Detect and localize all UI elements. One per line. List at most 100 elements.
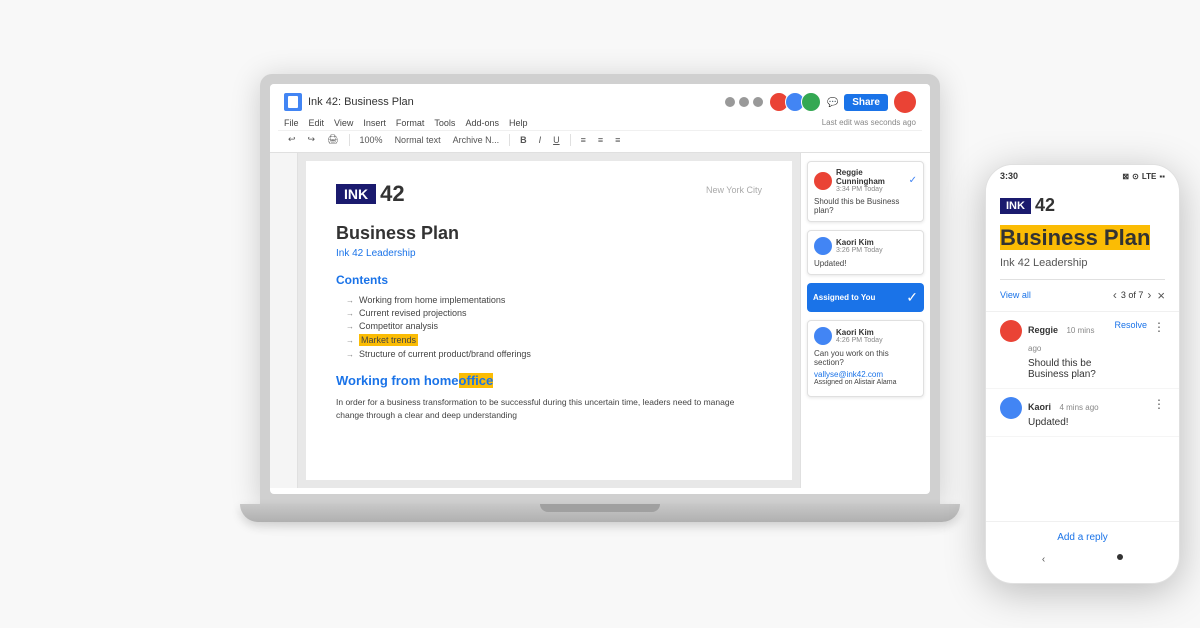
assigned-text: Can you work on this section? bbox=[814, 349, 917, 367]
phone-back-button[interactable]: ‹ bbox=[1042, 554, 1045, 565]
phone-comment-row-1: Reggie 10 mins ago Should this be Busine… bbox=[1000, 320, 1165, 380]
comment-name-1: Reggie Cunningham bbox=[836, 168, 905, 186]
docs-format-bar: ↩ ↪ 🖨 100% Normal text Archive N... B I … bbox=[278, 130, 922, 148]
add-reply-button[interactable]: Add a reply bbox=[1000, 532, 1165, 543]
phone: 3:30 ⊠ ⊙ LTE ▪▪ INK 42 Business Plan Ink… bbox=[985, 164, 1180, 584]
doc-sidebar-margin bbox=[270, 153, 298, 488]
zoom-select[interactable]: 100% bbox=[356, 134, 387, 146]
style-select[interactable]: Normal text bbox=[391, 134, 445, 146]
underline-button[interactable]: U bbox=[549, 134, 564, 146]
doc-header: INK 42 New York City bbox=[336, 181, 762, 207]
phone-doc-header: INK 42 Business Plan Ink 42 Leadership bbox=[986, 185, 1179, 279]
docs-title-text: Ink 42: Business Plan bbox=[308, 96, 719, 108]
comment-card-2: Kaori Kim 3:26 PM Today Updated! bbox=[807, 230, 924, 275]
assigned-label: Assigned to You bbox=[813, 293, 875, 302]
contents-list: Working from home implementations Curren… bbox=[336, 295, 762, 359]
more-options-button-1[interactable]: ⋮ bbox=[1153, 320, 1165, 334]
phone-comment-time-2: 4 mins ago bbox=[1059, 403, 1098, 412]
menu-view[interactable]: View bbox=[334, 118, 353, 128]
menu-help[interactable]: Help bbox=[509, 118, 528, 128]
close-comments-button[interactable]: × bbox=[1157, 288, 1165, 303]
battery-icon: ▪▪ bbox=[1159, 172, 1165, 181]
resolve-button[interactable]: Resolve bbox=[1114, 320, 1147, 330]
phone-comment-row-2: Kaori 4 mins ago Updated! ⋮ bbox=[1000, 397, 1165, 428]
comment-header-2: Kaori Kim 3:26 PM Today bbox=[814, 237, 917, 255]
docs-icon bbox=[284, 93, 302, 111]
docs-title-icons bbox=[725, 97, 763, 107]
list-item-4: Market trends bbox=[346, 334, 762, 346]
comment-avatar-kaori bbox=[814, 237, 832, 255]
laptop-screen: Ink 42: Business Plan bbox=[260, 74, 940, 504]
phone-home-indicator bbox=[1117, 554, 1123, 560]
comment-check-icon: ✓ bbox=[909, 175, 917, 186]
comments-panel: Reggie Cunningham 3:34 PM Today ✓ Should… bbox=[800, 153, 930, 488]
phone-avatar-kaori bbox=[1000, 397, 1022, 419]
comment-card-1: Reggie Cunningham 3:34 PM Today ✓ Should… bbox=[807, 161, 924, 222]
phone-status-icons: ⊠ ⊙ LTE ▪▪ bbox=[1122, 172, 1165, 181]
more-options-button-2[interactable]: ⋮ bbox=[1153, 397, 1165, 411]
comment-avatar-kaori2 bbox=[814, 327, 832, 345]
comment-text-2: Updated! bbox=[814, 259, 917, 268]
phone-comment-header: View all ‹ 3 of 7 › × bbox=[986, 280, 1179, 312]
redo-button[interactable]: ↪ bbox=[304, 133, 320, 146]
phone-doc-subtitle: Ink 42 Leadership bbox=[1000, 257, 1165, 269]
comment-count: 3 of 7 bbox=[1121, 290, 1144, 300]
phone-status-bar: 3:30 ⊠ ⊙ LTE ▪▪ bbox=[986, 165, 1179, 185]
wifi-icon: ⊠ bbox=[1122, 172, 1129, 181]
print-button[interactable]: 🖨 bbox=[323, 133, 342, 146]
menu-file[interactable]: File bbox=[284, 118, 299, 128]
signal-icon: ⊙ bbox=[1132, 172, 1139, 181]
doc-content: INK 42 New York City Business Plan Ink 4… bbox=[270, 153, 930, 488]
menu-addons[interactable]: Add-ons bbox=[465, 118, 499, 128]
menu-format[interactable]: Format bbox=[396, 118, 425, 128]
list-item-3: Competitor analysis bbox=[346, 321, 762, 331]
user-avatar bbox=[894, 91, 916, 113]
assigned-author: Kaori Kim bbox=[836, 328, 883, 337]
docs-menu-bar: File Edit View Insert Format Tools Add-o… bbox=[278, 116, 922, 130]
bold-button[interactable]: B bbox=[516, 134, 531, 146]
docs-title-bar: Ink 42: Business Plan bbox=[278, 88, 922, 116]
align-right-button[interactable]: ≡ bbox=[611, 134, 624, 146]
assign-info: Assigned on Alistair Alama bbox=[814, 379, 917, 386]
undo-button[interactable]: ↩ bbox=[284, 133, 300, 146]
docs-share-area: 💬 Share bbox=[769, 91, 916, 113]
share-button[interactable]: Share bbox=[844, 94, 888, 111]
assigned-email: vallyse@ink42.com bbox=[814, 370, 917, 379]
next-comment-button[interactable]: › bbox=[1147, 288, 1151, 302]
phone-time: 3:30 bbox=[1000, 171, 1018, 181]
toolbar-icon-comment[interactable]: 💬 bbox=[827, 97, 838, 108]
comment-nav: ‹ 3 of 7 › bbox=[1113, 288, 1152, 302]
doc-title: Business Plan bbox=[336, 223, 762, 244]
logo-number: 42 bbox=[380, 181, 404, 207]
prev-comment-button[interactable]: ‹ bbox=[1113, 288, 1117, 302]
logo-ink: INK bbox=[336, 184, 376, 204]
phone-comment-body-1: Reggie 10 mins ago Should this be Busine… bbox=[1028, 320, 1108, 380]
doc-city: New York City bbox=[706, 185, 762, 195]
laptop-base-notch bbox=[540, 504, 660, 512]
comment-time-1: 3:34 PM Today bbox=[836, 186, 905, 193]
view-all-link[interactable]: View all bbox=[1000, 290, 1031, 300]
doc-page-inner: INK 42 New York City Business Plan Ink 4… bbox=[306, 161, 792, 480]
list-item-2: Current revised projections bbox=[346, 308, 762, 318]
phone-doc-logo: INK 42 bbox=[1000, 195, 1165, 216]
italic-button[interactable]: I bbox=[535, 134, 546, 146]
phone-comment-name-1: Reggie bbox=[1028, 325, 1058, 335]
menu-edit[interactable]: Edit bbox=[309, 118, 325, 128]
align-left-button[interactable]: ≡ bbox=[577, 134, 590, 146]
phone-logo-ink: INK bbox=[1000, 198, 1031, 214]
align-center-button[interactable]: ≡ bbox=[594, 134, 607, 146]
menu-tools[interactable]: Tools bbox=[434, 118, 455, 128]
assigned-card: Assigned to You ✓ bbox=[807, 283, 924, 312]
lte-icon: LTE bbox=[1142, 172, 1157, 181]
assigned-check-icon: ✓ bbox=[906, 289, 918, 306]
laptop: Ink 42: Business Plan bbox=[260, 74, 940, 554]
doc-subtitle: Ink 42 Leadership bbox=[336, 248, 762, 259]
menu-insert[interactable]: Insert bbox=[363, 118, 386, 128]
laptop-base bbox=[240, 504, 960, 522]
phone-avatar-reggie bbox=[1000, 320, 1022, 342]
comment-header-assigned: Kaori Kim 4:26 PM Today bbox=[814, 327, 917, 345]
font-select[interactable]: Archive N... bbox=[449, 134, 504, 146]
comment-header-1: Reggie Cunningham 3:34 PM Today ✓ bbox=[814, 168, 917, 193]
scene: Ink 42: Business Plan bbox=[50, 34, 1150, 594]
phone-comment-text-1: Should this be Business plan? bbox=[1028, 358, 1108, 380]
